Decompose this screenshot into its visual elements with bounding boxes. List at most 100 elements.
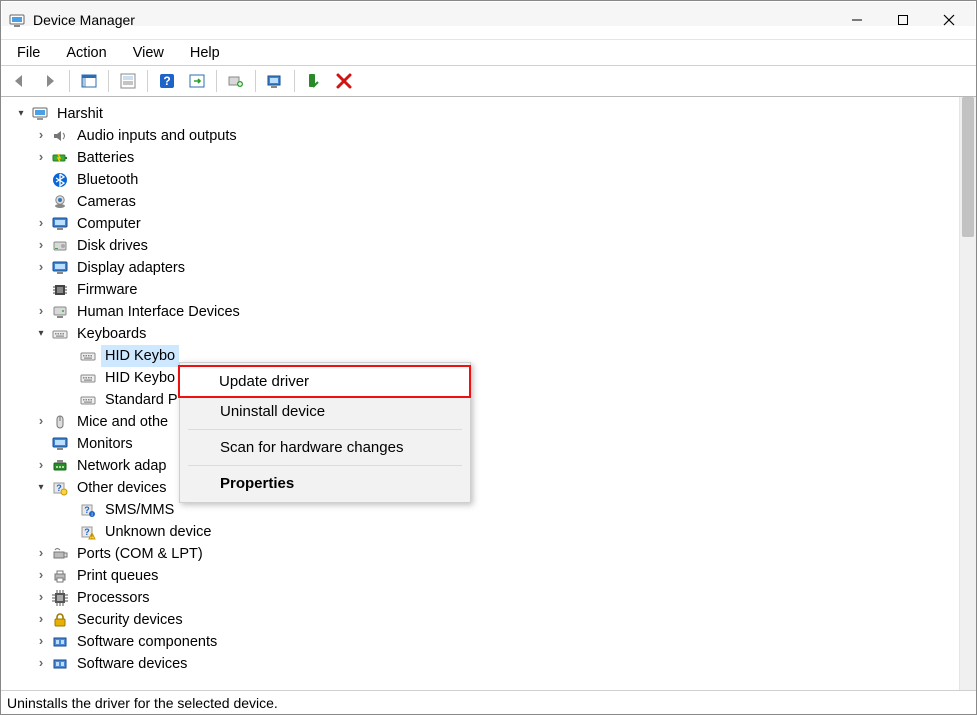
scrollbar-thumb[interactable] (962, 97, 974, 237)
tree-item-label: Human Interface Devices (73, 301, 244, 323)
tree-item-label: Keyboards (73, 323, 150, 345)
category-audio-inputs-and-outputs[interactable]: Audio inputs and outputs (5, 125, 959, 147)
tree-item-label: Ports (COM & LPT) (73, 543, 207, 565)
expand-arrow[interactable] (13, 103, 29, 125)
category-other-devices[interactable]: ? Other devices (5, 477, 959, 499)
tree-item-label: HID Keybo (101, 345, 179, 367)
category-batteries[interactable]: Batteries (5, 147, 959, 169)
category-mice-and-other-pointing-devices[interactable]: Mice and othe (5, 411, 959, 433)
category-processors[interactable]: Processors (5, 587, 959, 609)
update-driver-button[interactable] (223, 69, 249, 93)
minimize-button[interactable] (834, 4, 880, 36)
expand-arrow[interactable] (33, 146, 49, 170)
network-icon (51, 457, 69, 475)
category-firmware[interactable]: Firmware (5, 279, 959, 301)
device-unknown-device[interactable]: ?! Unknown device (5, 521, 959, 543)
tree-item-label: Audio inputs and outputs (73, 125, 241, 147)
back-button[interactable] (7, 69, 33, 93)
root-node[interactable]: Harshit (5, 103, 959, 125)
uninstall-device-button[interactable] (331, 69, 357, 93)
expand-arrow[interactable] (33, 586, 49, 610)
context-menu: Update driverUninstall device Scan for ha… (179, 362, 471, 503)
app-icon (9, 12, 25, 28)
keyboard-icon (79, 391, 97, 409)
properties-button[interactable] (115, 69, 141, 93)
component-icon (51, 655, 69, 673)
tree-item-label: Print queues (73, 565, 162, 587)
device-hid-keyboard-device[interactable]: HID Keybo (5, 345, 959, 367)
vertical-scrollbar[interactable] (959, 97, 976, 690)
expand-arrow[interactable] (33, 652, 49, 676)
keyboard-icon (51, 325, 69, 343)
svg-text:?: ? (163, 74, 170, 88)
ctx-uninstall-device[interactable]: Uninstall device (180, 397, 470, 426)
ctx-update-driver[interactable]: Update driver (179, 366, 470, 397)
expand-arrow[interactable] (33, 300, 49, 324)
category-keyboards[interactable]: Keyboards (5, 323, 959, 345)
category-computer[interactable]: Computer (5, 213, 959, 235)
unknown-icon: ? (51, 479, 69, 497)
expand-arrow[interactable] (33, 323, 49, 345)
title-bar[interactable]: Device Manager (1, 1, 976, 39)
expand-arrow[interactable] (33, 234, 49, 258)
tree-item-label: Network adap (73, 455, 170, 477)
tree-item-label: SMS/MMS (101, 499, 178, 521)
device-hid-keyboard-device[interactable]: HID Keybo (5, 367, 959, 389)
category-bluetooth[interactable]: Bluetooth (5, 169, 959, 191)
keyboard-icon (79, 347, 97, 365)
expand-arrow[interactable] (33, 410, 49, 434)
category-human-interface-devices[interactable]: Human Interface Devices (5, 301, 959, 323)
expand-arrow[interactable] (33, 212, 49, 236)
mouse-icon (51, 413, 69, 431)
menu-separator (188, 429, 462, 430)
category-software-components[interactable]: Software components (5, 631, 959, 653)
expand-arrow[interactable] (33, 542, 49, 566)
category-security-devices[interactable]: Security devices (5, 609, 959, 631)
menu-help[interactable]: Help (180, 43, 230, 63)
action-button[interactable] (184, 69, 210, 93)
expand-arrow[interactable] (33, 454, 49, 478)
unknown_blue-icon: ?i (79, 501, 97, 519)
keyboard-icon (79, 369, 97, 387)
menu-file[interactable]: File (7, 43, 50, 63)
forward-button[interactable] (37, 69, 63, 93)
category-ports-com-lpt-[interactable]: Ports (COM & LPT) (5, 543, 959, 565)
ctx-properties[interactable]: Properties (180, 469, 470, 498)
device-tree[interactable]: Harshit Audio inputs and outputs Batteri… (1, 97, 959, 690)
device-sms-mms[interactable]: ?i SMS/MMS (5, 499, 959, 521)
category-display-adapters[interactable]: Display adapters (5, 257, 959, 279)
category-network-adapters[interactable]: Network adap (5, 455, 959, 477)
close-button[interactable] (926, 4, 972, 36)
svg-text:?: ? (84, 505, 90, 515)
expand-arrow[interactable] (33, 477, 49, 499)
speaker-icon (51, 127, 69, 145)
tree-item-label: Security devices (73, 609, 187, 631)
show-hide-console-tree-button[interactable] (76, 69, 102, 93)
category-print-queues[interactable]: Print queues (5, 565, 959, 587)
category-cameras[interactable]: Cameras (5, 191, 959, 213)
hid-icon (51, 303, 69, 321)
category-software-devices[interactable]: Software devices (5, 653, 959, 675)
help-button[interactable]: ? (154, 69, 180, 93)
enable-device-button[interactable] (301, 69, 327, 93)
component-icon (51, 633, 69, 651)
expand-arrow[interactable] (33, 608, 49, 632)
printer-icon (51, 567, 69, 585)
menu-action[interactable]: Action (56, 43, 116, 63)
scan-hardware-button[interactable] (262, 69, 288, 93)
expand-arrow[interactable] (33, 256, 49, 280)
category-monitors[interactable]: Monitors (5, 433, 959, 455)
tree-item-label: Computer (73, 213, 145, 235)
expand-arrow[interactable] (33, 124, 49, 148)
menu-view[interactable]: View (123, 43, 174, 63)
unknown_warn-icon: ?! (79, 523, 97, 541)
device-standard-ps-2-keyboard[interactable]: Standard P (5, 389, 959, 411)
status-text: Uninstalls the driver for the selected d… (7, 695, 278, 711)
expand-arrow[interactable] (33, 630, 49, 654)
category-disk-drives[interactable]: Disk drives (5, 235, 959, 257)
tree-item-label: Bluetooth (73, 169, 142, 191)
expand-arrow[interactable] (33, 564, 49, 588)
tree-item-label: Standard P (101, 389, 182, 411)
maximize-button[interactable] (880, 4, 926, 36)
ctx-scan-for-hardware-changes[interactable]: Scan for hardware changes (180, 433, 470, 462)
